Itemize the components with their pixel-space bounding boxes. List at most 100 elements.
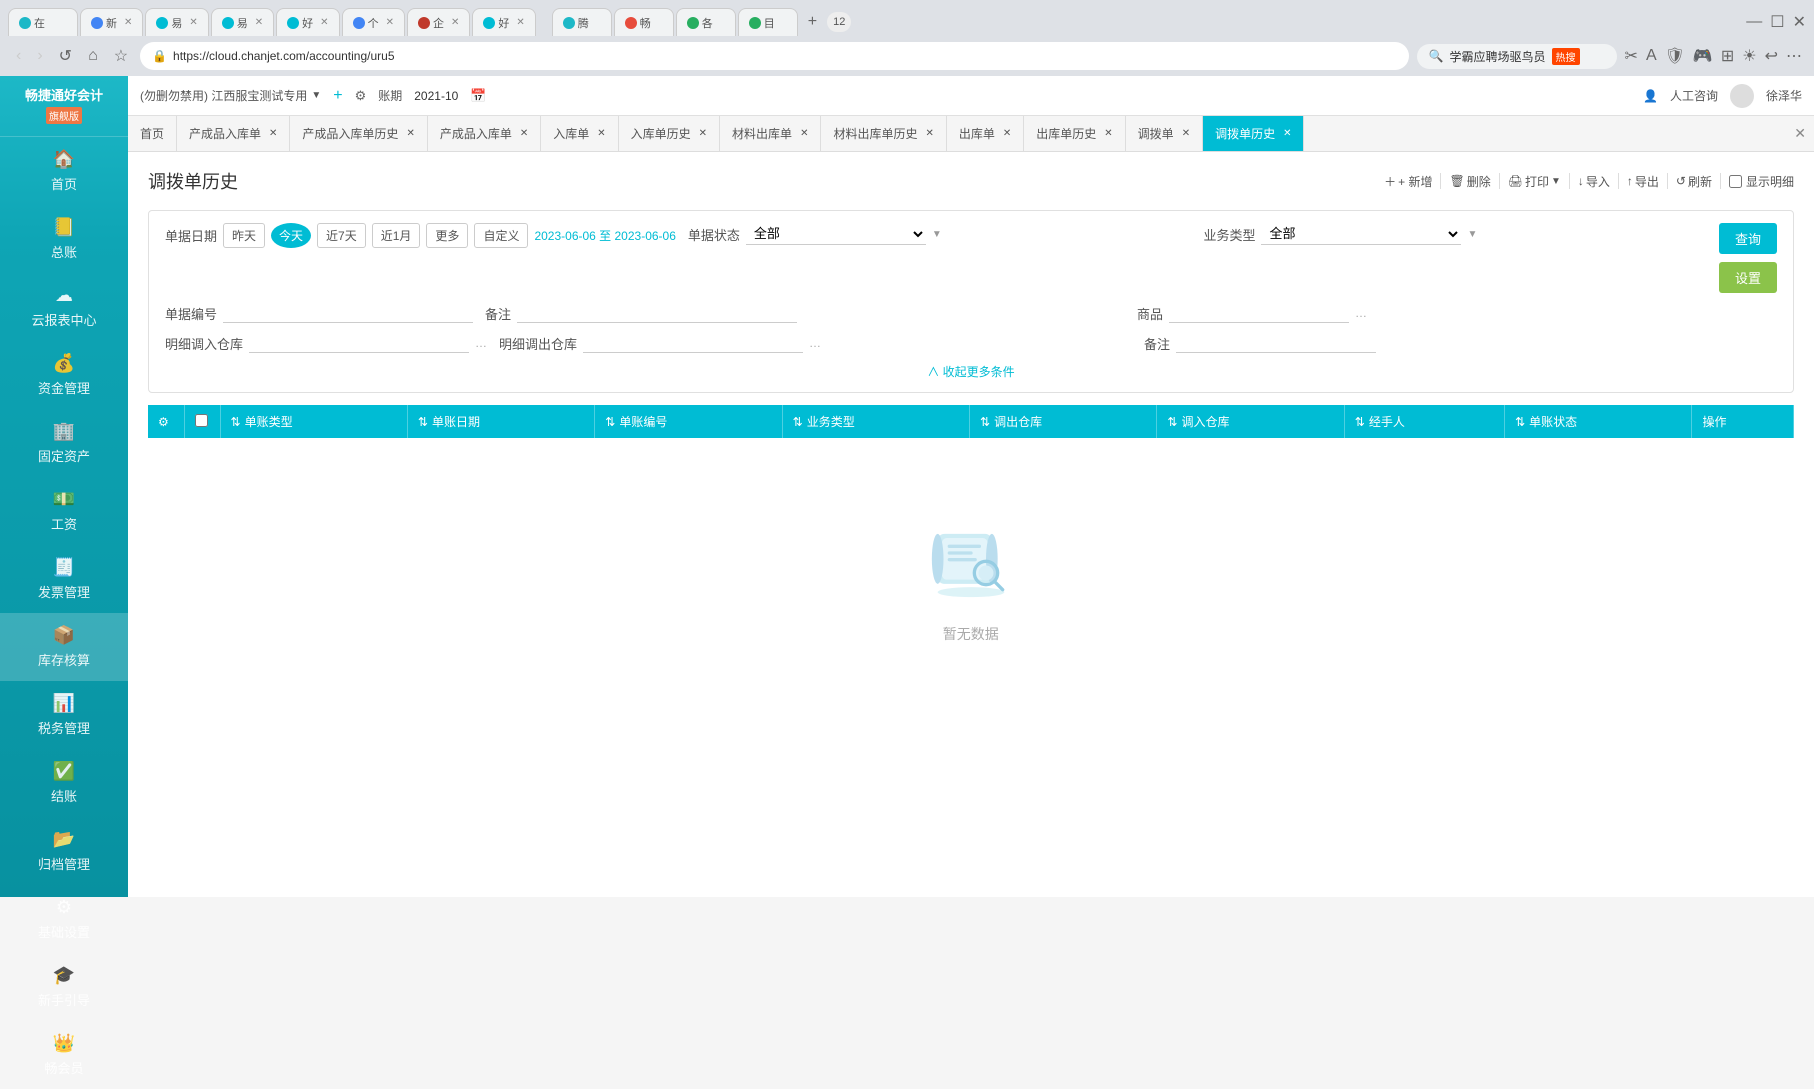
sidebar-item-finance[interactable]: 💰 资金管理: [0, 341, 128, 409]
browser-tab[interactable]: 易 ✕: [211, 8, 274, 36]
browser-tab[interactable]: 好 ✕: [276, 8, 339, 36]
sidebar-item-home[interactable]: 🏠 首页: [0, 137, 128, 205]
th-no[interactable]: ⇅ 单账编号: [595, 405, 782, 438]
back-button[interactable]: ‹: [12, 45, 25, 67]
show-detail-checkbox[interactable]: [1729, 175, 1742, 188]
shield-icon[interactable]: 🛡: [1665, 46, 1685, 66]
tab-close-icon[interactable]: ✕: [800, 128, 808, 139]
th-gear[interactable]: ⚙: [148, 405, 184, 438]
date-yesterday-btn[interactable]: 昨天: [223, 223, 265, 248]
home-button[interactable]: ⌂: [84, 45, 102, 67]
browser-search[interactable]: 🔍 学霸应聘场驱鸟员 热搜: [1417, 44, 1617, 69]
note-input[interactable]: [1176, 333, 1376, 353]
tab-close-icon[interactable]: ✕: [386, 17, 394, 28]
tab-close-icon[interactable]: ✕: [520, 128, 528, 139]
bookmark-button[interactable]: ☆: [110, 44, 132, 68]
date-custom-btn[interactable]: 自定义: [474, 223, 528, 248]
date-more-btn[interactable]: 更多: [426, 223, 468, 248]
scissors-icon[interactable]: ✂: [1625, 46, 1638, 66]
tab-close-icon[interactable]: ✕: [255, 17, 263, 28]
forward-button[interactable]: ›: [33, 45, 46, 67]
tab-close-icon[interactable]: ✕: [451, 17, 459, 28]
from-warehouse-more-btn[interactable]: …: [475, 336, 487, 350]
settings-gear-icon[interactable]: ⚙: [355, 88, 367, 104]
tab-close-icon[interactable]: ✕: [269, 128, 277, 139]
browser-tab[interactable]: 在: [8, 8, 78, 36]
translate-icon[interactable]: A: [1646, 47, 1657, 65]
tab-close-icon[interactable]: ✕: [1283, 128, 1291, 139]
sidebar-item-guide[interactable]: 🎓 新手引导: [0, 953, 128, 1021]
to-warehouse-more-btn[interactable]: …: [809, 336, 821, 350]
sidebar-item-assets[interactable]: 🏢 固定资产: [0, 409, 128, 477]
page-tab-in[interactable]: 入库单 ✕: [541, 116, 618, 151]
export-button[interactable]: ↑ 导出: [1627, 173, 1659, 190]
to-warehouse-input[interactable]: [583, 333, 803, 353]
tab-close-icon[interactable]: ✕: [516, 17, 524, 28]
tab-close-icon[interactable]: ✕: [1003, 128, 1011, 139]
delete-button[interactable]: 🗑 删除: [1449, 173, 1490, 190]
sidebar-item-salary[interactable]: 💵 工资: [0, 477, 128, 545]
sidebar-item-inventory[interactable]: 📦 库存核算: [0, 613, 128, 681]
import-button[interactable]: ↓ 导入: [1578, 173, 1610, 190]
sidebar-item-close[interactable]: ✅ 结账: [0, 749, 128, 817]
settings-button[interactable]: 设置: [1719, 262, 1777, 293]
tab-close-icon[interactable]: ✕: [189, 17, 197, 28]
sidebar-item-archive[interactable]: 📂 归档管理: [0, 817, 128, 885]
sidebar-item-invoice[interactable]: 🧾 发票管理: [0, 545, 128, 613]
gamepad-icon[interactable]: 🎮: [1693, 46, 1713, 66]
page-tab-finished-in2[interactable]: 产成品入库单 ✕: [428, 116, 541, 151]
tab-close-icon[interactable]: ✕: [1104, 128, 1112, 139]
goods-input[interactable]: [1169, 303, 1349, 323]
browser-tab[interactable]: 企 ✕: [407, 8, 470, 36]
sidebar-item-report[interactable]: ☁ 云报表中心: [0, 273, 128, 341]
maximize-btn[interactable]: ☐: [1770, 12, 1784, 32]
tab-close-icon[interactable]: ✕: [1182, 128, 1190, 139]
from-warehouse-input[interactable]: [249, 333, 469, 353]
date-1month-btn[interactable]: 近1月: [372, 223, 421, 248]
calendar-icon[interactable]: 📅: [470, 88, 486, 104]
grid-icon[interactable]: ⊞: [1721, 46, 1734, 66]
tab-close-icon[interactable]: ✕: [925, 128, 933, 139]
status-select[interactable]: 全部 草稿 已审核: [746, 223, 926, 245]
page-tab-finished-in-history[interactable]: 产成品入库单历史 ✕: [290, 116, 427, 151]
date-7days-btn[interactable]: 近7天: [317, 223, 366, 248]
browser-tab[interactable]: 各: [676, 8, 736, 36]
more-icon[interactable]: ⋯: [1786, 46, 1802, 66]
close-all-button[interactable]: ✕: [1786, 119, 1814, 148]
sidebar-item-settings[interactable]: ⚙ 基础设置: [0, 885, 128, 953]
sidebar-item-tax[interactable]: 📊 税务管理: [0, 681, 128, 749]
browser-tab[interactable]: 好 ✕: [472, 8, 535, 36]
page-tab-transfer-history[interactable]: 调拨单历史 ✕: [1203, 116, 1304, 151]
refresh-button[interactable]: ↺ 刷新: [1676, 173, 1712, 190]
tab-close-icon[interactable]: ✕: [699, 128, 707, 139]
browser-tab[interactable]: 个 ✕: [342, 8, 405, 36]
company-selector[interactable]: (勿删勿禁用) 江西服宝测试专用 ▼: [140, 87, 321, 104]
page-tab-material-out-history[interactable]: 材料出库单历史 ✕: [821, 116, 946, 151]
page-tab-out[interactable]: 出库单 ✕: [947, 116, 1024, 151]
th-biztype[interactable]: ⇅ 业务类型: [782, 405, 969, 438]
window-controls[interactable]: — ☐ ✕: [1746, 12, 1806, 32]
tab-close-icon[interactable]: ✕: [597, 128, 605, 139]
browser-tab[interactable]: 新 ✕: [80, 8, 143, 36]
customer-service-label[interactable]: 人工咨询: [1670, 87, 1718, 104]
browser-tab[interactable]: 目: [738, 8, 798, 36]
print-button[interactable]: 🖨 打印 ▼: [1508, 173, 1561, 190]
sidebar-item-member[interactable]: 👑 畅会员: [0, 1021, 128, 1089]
th-handler[interactable]: ⇅ 经手人: [1344, 405, 1504, 438]
th-status[interactable]: ⇅ 单账状态: [1505, 405, 1692, 438]
minimize-btn[interactable]: —: [1746, 13, 1762, 31]
browser-tab[interactable]: 畅: [614, 8, 674, 36]
date-today-btn[interactable]: 今天: [271, 223, 311, 248]
voucherno-input[interactable]: [223, 303, 473, 323]
page-tab-out-history[interactable]: 出库单历史 ✕: [1024, 116, 1125, 151]
history-icon[interactable]: ↩: [1765, 46, 1778, 66]
tab-close-icon[interactable]: ✕: [320, 17, 328, 28]
select-all-checkbox[interactable]: [195, 414, 208, 427]
th-type[interactable]: ⇅ 单账类型: [220, 405, 407, 438]
sidebar-item-ledger[interactable]: 📒 总账: [0, 205, 128, 273]
biztype-select[interactable]: 全部: [1261, 223, 1461, 245]
page-tab-in-history[interactable]: 入库单历史 ✕: [619, 116, 720, 151]
page-tab-finished-in[interactable]: 产成品入库单 ✕: [177, 116, 290, 151]
th-in-warehouse[interactable]: ⇅ 调入仓库: [1157, 405, 1344, 438]
page-tab-home[interactable]: 首页: [128, 116, 177, 151]
